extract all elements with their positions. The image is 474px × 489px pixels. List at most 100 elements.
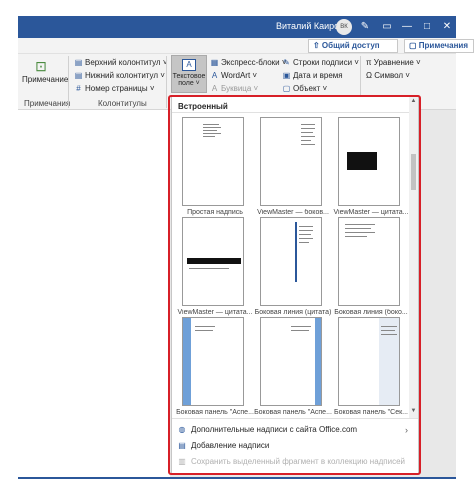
text-line: [299, 234, 311, 235]
group-divider: [68, 56, 69, 108]
text-line: [203, 133, 221, 134]
page-number-icon: #: [76, 84, 81, 93]
text-line: [381, 326, 397, 327]
dark-quote-bar: [187, 258, 241, 264]
gallery-scrollbar[interactable]: ▲ ▼: [409, 96, 418, 418]
gallery-item-caption: Простая надпись: [187, 209, 243, 216]
thumbnail-preview: [182, 217, 244, 306]
more-textboxes-online-item[interactable]: ◍ Дополнительные надписи с сайта Office.c…: [176, 423, 414, 437]
close-icon[interactable]: ✕: [440, 20, 454, 34]
gallery-item-caption: Боковая линия (цитата): [254, 309, 332, 316]
gallery-section-header: Встроенный: [178, 102, 228, 111]
wordart-button[interactable]: A WordArt ˅: [210, 71, 257, 80]
gallery-item-caption: ViewMaster — цитата...: [333, 209, 409, 216]
ribbon-top-bar: ⇧ Общий доступ ▢ Примечания: [18, 38, 474, 54]
signature-icon: ✎: [283, 58, 290, 67]
wordart-label: WordArt ˅: [221, 71, 258, 80]
text-line: [203, 130, 217, 131]
pen-icon[interactable]: ✎: [358, 20, 372, 34]
accent-line: [295, 222, 297, 282]
thumbnail-preview: [338, 317, 400, 406]
textbox-button[interactable]: A Текстовое поле ˅: [171, 55, 207, 93]
text-line: [203, 136, 215, 137]
text-line: [301, 132, 313, 133]
thumbnail-preview: [260, 217, 322, 306]
avatar[interactable]: ВК: [336, 19, 352, 35]
page-number-button[interactable]: # Номер страницы ˅: [74, 84, 155, 93]
headers-group-label: Колонтитулы: [98, 99, 147, 108]
draw-textbox-item[interactable]: ▤ Добавление надписи: [176, 439, 414, 453]
text-line: [299, 226, 313, 227]
new-comment-button[interactable]: ⊡ Примечание: [22, 58, 68, 84]
thumbnail-preview: [260, 317, 322, 406]
gallery-item-caption: Боковая линия (боко...: [334, 309, 408, 316]
comments-button[interactable]: ▢ Примечания: [404, 39, 474, 53]
equation-button[interactable]: π Уравнение ˅: [366, 58, 421, 67]
text-line: [291, 330, 309, 331]
footer-button[interactable]: ▤ Нижний колонтитул ˅: [74, 71, 165, 80]
text-line: [345, 224, 375, 225]
textbox-label: Текстовое: [172, 73, 206, 80]
textbox-icon: A: [182, 59, 196, 71]
dark-quote-block: [347, 152, 377, 170]
share-button[interactable]: ⇧ Общий доступ: [308, 39, 398, 53]
scroll-up-icon[interactable]: ▲: [410, 98, 417, 105]
comment-icon: ⊡: [35, 58, 47, 74]
dropcap-icon: A: [211, 84, 218, 93]
header-label: Верхний колонтитул ˅: [85, 58, 168, 67]
footer-icon: ▤: [74, 71, 83, 80]
text-line: [299, 242, 309, 243]
object-button[interactable]: ▢ Объект ˅: [282, 84, 327, 93]
text-line: [195, 330, 213, 331]
object-label: Объект ˅: [293, 84, 328, 93]
thumbnail-preview: [182, 117, 244, 206]
text-line: [195, 326, 215, 327]
comments-group-label: Примечания: [24, 99, 71, 108]
text-line: [299, 230, 313, 231]
calendar-icon: ▣: [282, 71, 291, 80]
scroll-down-icon[interactable]: ▼: [410, 408, 417, 415]
date-time-label: Дата и время: [293, 71, 343, 80]
text-line: [291, 326, 311, 327]
text-line: [189, 268, 229, 269]
quick-parts-button[interactable]: ▦ Экспресс-блоки ˅: [210, 58, 287, 67]
maximize-icon[interactable]: □: [420, 20, 434, 34]
footer-label: Нижний колонтитул ˅: [85, 71, 165, 80]
text-line: [301, 124, 315, 125]
symbol-button[interactable]: Ω Символ ˅: [366, 71, 410, 80]
side-panel-bar: [183, 318, 191, 405]
ribbon-display-icon[interactable]: ▭: [380, 20, 394, 34]
status-strip: [18, 477, 456, 479]
document-page[interactable]: [18, 110, 170, 477]
gallery-item-caption: Боковая панель "Аспе...: [254, 409, 332, 416]
page-number-label: Номер страницы ˅: [85, 84, 155, 93]
thumbnail-preview: [338, 217, 400, 306]
header-button[interactable]: ▤ Верхний колонтитул ˅: [74, 58, 168, 67]
draw-textbox-label: Добавление надписи: [191, 441, 270, 450]
chevron-right-icon: ›: [405, 425, 408, 435]
quick-parts-icon: ▦: [210, 58, 219, 67]
text-line: [301, 136, 315, 137]
scroll-thumb[interactable]: [411, 154, 416, 190]
text-line: [203, 127, 221, 128]
wordart-icon: A: [211, 71, 218, 80]
text-line: [301, 128, 315, 129]
thumbnail-preview: [182, 317, 244, 406]
minimize-icon[interactable]: —: [400, 20, 414, 34]
side-panel-bar: [315, 318, 321, 405]
text-line: [345, 232, 375, 233]
user-name[interactable]: Виталий Каиров: [276, 21, 344, 31]
header-divider: [172, 112, 410, 113]
gallery-item-caption: ViewMaster — цитата...: [177, 309, 253, 316]
textbox-label-2: поле ˅: [178, 80, 200, 87]
side-panel-fill: [379, 318, 399, 405]
save-selection-item[interactable]: ▥ Сохранить выделенный фрагмент в коллекц…: [176, 455, 414, 469]
save-selection-icon: ▥: [178, 457, 186, 466]
text-line: [345, 228, 371, 229]
gallery-item-caption: ViewMaster — боков...: [257, 209, 329, 216]
signature-line-button[interactable]: ✎ Строки подписи ˅: [282, 58, 359, 67]
date-time-button[interactable]: ▣ Дата и время: [282, 71, 343, 80]
thumbnail-preview: [260, 117, 322, 206]
dropcap-button[interactable]: A Буквица ˅: [210, 84, 258, 93]
signature-label: Строки подписи ˅: [293, 58, 359, 67]
